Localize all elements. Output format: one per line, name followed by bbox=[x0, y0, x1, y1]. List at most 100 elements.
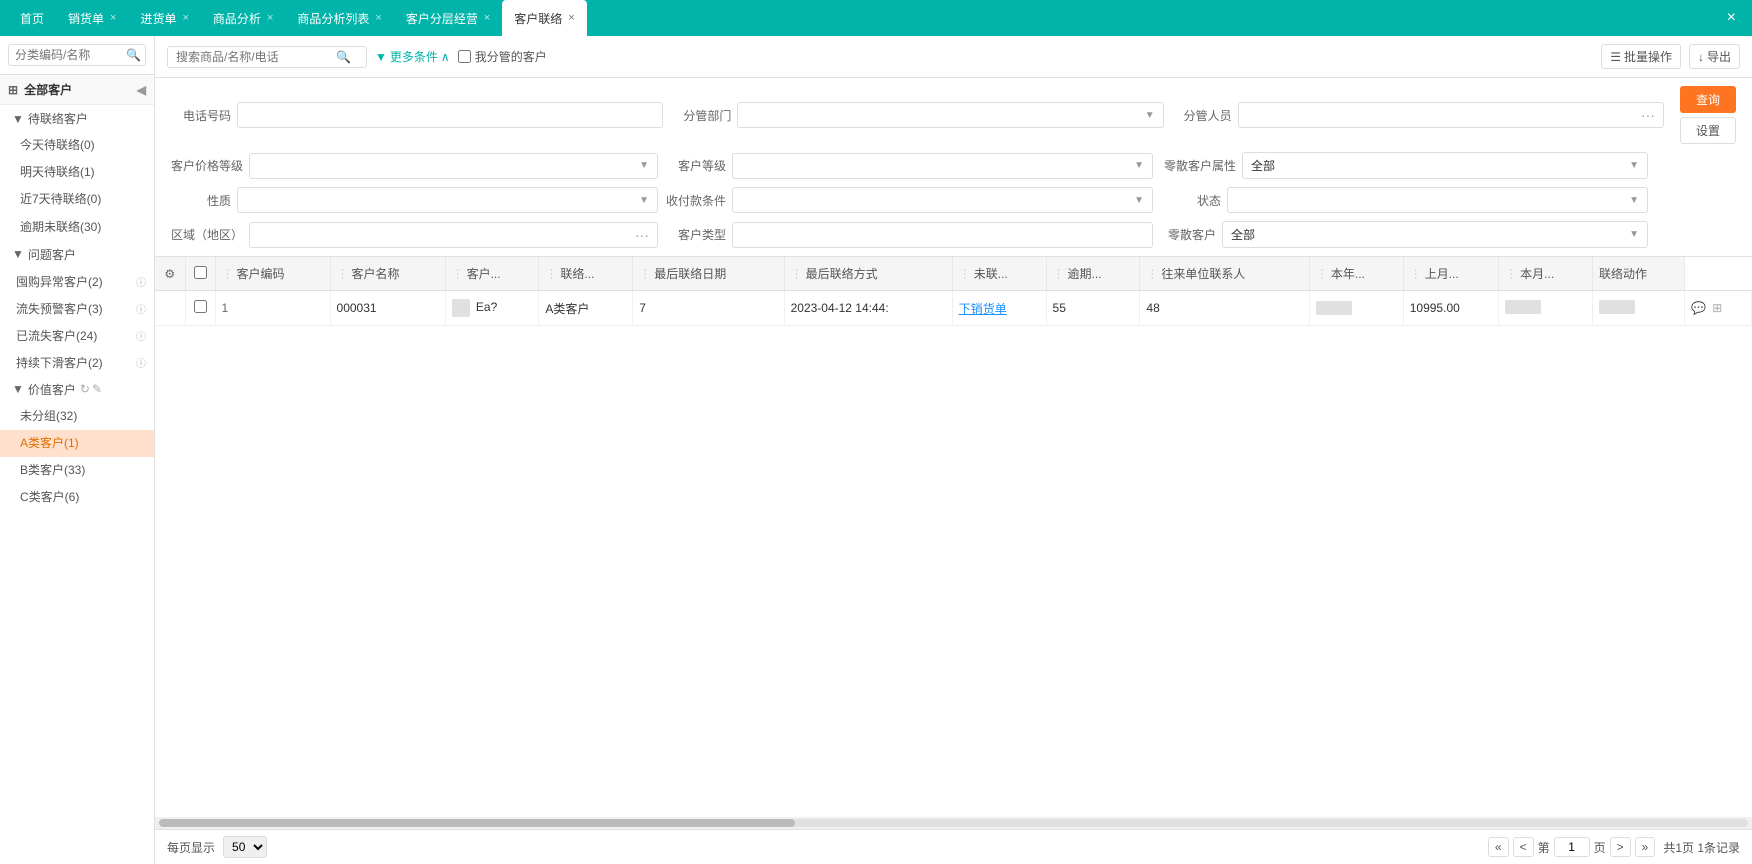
customer-table: ⚙ 客户编码 客户名称 客户... 联络... 最后联络日期 最后联络方式 未联… bbox=[155, 257, 1752, 326]
sidebar-b-customers[interactable]: B类客户(33) bbox=[0, 457, 154, 484]
filter-icon: ▼ bbox=[375, 50, 387, 64]
filter-dept-label: 分管部门 bbox=[671, 107, 731, 124]
close-purchase-tab[interactable]: × bbox=[182, 12, 188, 24]
filter-region-select[interactable]: ··· bbox=[249, 222, 658, 248]
pending-contact-group[interactable]: ▼ 待联络客户 bbox=[0, 105, 154, 132]
nav-customer-segment[interactable]: 客户分层经营 × bbox=[394, 0, 502, 36]
contact-person-placeholder bbox=[1316, 301, 1352, 315]
table-header-this-month[interactable]: 本月... bbox=[1499, 257, 1593, 291]
sidebar-tomorrow-pending[interactable]: 明天待联络(1) bbox=[0, 159, 154, 186]
table-header-code[interactable]: 客户编码 bbox=[215, 257, 330, 291]
filter-region: 区域（地区） ··· bbox=[171, 222, 658, 248]
close-customer-segment-tab[interactable]: × bbox=[484, 12, 490, 24]
filter-dept-select[interactable]: ▼ bbox=[737, 102, 1163, 128]
table-header-contact-person[interactable]: 往来单位联系人 bbox=[1140, 257, 1310, 291]
sidebar-c-customers[interactable]: C类客户(6) bbox=[0, 484, 154, 511]
sidebar-a-customers[interactable]: A类客户(1) bbox=[0, 430, 154, 457]
filter-person-input[interactable]: ··· bbox=[1238, 102, 1664, 128]
table-header-overdue[interactable]: 逾期... bbox=[1046, 257, 1140, 291]
sidebar-overdue-pending[interactable]: 逾期未联络(30) bbox=[0, 214, 154, 241]
nav-home[interactable]: 首页 bbox=[8, 0, 56, 36]
close-product-analysis-tab[interactable]: × bbox=[267, 12, 273, 24]
problem-customers-group[interactable]: ▼ 问题客户 bbox=[0, 241, 154, 268]
filter-retail-customer-label: 零散客户 bbox=[1161, 226, 1216, 243]
page-input[interactable] bbox=[1554, 837, 1590, 857]
nav-product-analysis-list[interactable]: 商品分析列表 × bbox=[285, 0, 393, 36]
fold-sidebar-icon[interactable]: ◀ bbox=[137, 83, 146, 97]
close-product-analysis-list-tab[interactable]: × bbox=[375, 12, 381, 24]
arrow-down-icon2: ▼ bbox=[12, 247, 24, 261]
first-page-button[interactable]: « bbox=[1488, 837, 1509, 857]
sidebar-today-pending[interactable]: 今天待联络(0) bbox=[0, 132, 154, 159]
scrollbar-track bbox=[159, 819, 1748, 827]
filter-nature-select[interactable]: ▼ bbox=[237, 187, 658, 213]
horizontal-scrollbar[interactable] bbox=[155, 817, 1752, 829]
settings-button[interactable]: 设置 bbox=[1680, 117, 1736, 144]
query-button[interactable]: 查询 bbox=[1680, 86, 1736, 113]
table-header-checkbox[interactable] bbox=[185, 257, 215, 291]
filter-payment-select[interactable]: ▼ bbox=[732, 187, 1153, 213]
table-header-last-contact-method[interactable]: 最后联络方式 bbox=[784, 257, 952, 291]
action-icons-wrap: 💬 ⊞ bbox=[1691, 301, 1745, 315]
table-header-last-contact-date[interactable]: 最后联络日期 bbox=[633, 257, 784, 291]
nav-purchase[interactable]: 进货单 × bbox=[128, 0, 200, 36]
per-page-select[interactable]: 50 bbox=[223, 836, 267, 858]
select-all-checkbox[interactable] bbox=[194, 266, 207, 279]
my-customer-checkbox[interactable] bbox=[458, 50, 471, 63]
last-page-button[interactable]: » bbox=[1635, 837, 1656, 857]
more-filter-button[interactable]: ▼ 更多条件 ∧ bbox=[375, 48, 450, 65]
close-customer-contact-tab[interactable]: × bbox=[568, 12, 574, 24]
pager-nav: « < 第 页 > » bbox=[1488, 837, 1655, 857]
export-button[interactable]: ↓ 导出 bbox=[1689, 44, 1740, 69]
next-page-button[interactable]: > bbox=[1610, 837, 1631, 857]
nav-customer-contact[interactable]: 客户联络 × bbox=[502, 0, 586, 36]
filter-status-select[interactable]: ▼ bbox=[1227, 187, 1648, 213]
global-close-button[interactable]: × bbox=[1719, 9, 1744, 27]
sidebar-week-pending[interactable]: 近7天待联络(0) bbox=[0, 186, 154, 213]
edit-icon[interactable]: ✎ bbox=[92, 382, 102, 396]
row-last-contact-method[interactable]: 下销货单 bbox=[952, 291, 1046, 326]
chat-icon[interactable]: 💬 bbox=[1691, 301, 1706, 315]
nav-product-analysis[interactable]: 商品分析 × bbox=[201, 0, 285, 36]
value-customers-group[interactable]: ▼ 价值客户 ↻ ✎ bbox=[0, 376, 154, 403]
filter-status: 状态 ▼ bbox=[1161, 187, 1648, 213]
sidebar-abnormal-purchase[interactable]: 囤购异常客户(2) ⓘ bbox=[0, 268, 154, 295]
all-customers-header[interactable]: ⊞ 全部客户 ◀ bbox=[0, 75, 154, 105]
row-avatar bbox=[452, 299, 470, 317]
row-contact-count: 7 bbox=[633, 291, 784, 326]
table-header-contact-count[interactable]: 联络... bbox=[539, 257, 633, 291]
filter-phone-input[interactable] bbox=[237, 102, 663, 128]
row-overdue: 48 bbox=[1140, 291, 1310, 326]
sidebar-churn-warning[interactable]: 流失预警客户(3) ⓘ bbox=[0, 295, 154, 322]
filter-customer-level-select[interactable]: ▼ bbox=[732, 153, 1153, 179]
table-header-last-month[interactable]: 上月... bbox=[1403, 257, 1498, 291]
filter-price-level-select[interactable]: ▼ bbox=[249, 153, 658, 179]
top-nav: 首页 销货单 × 进货单 × 商品分析 × 商品分析列表 × 客户分层经营 × … bbox=[0, 0, 1752, 36]
table-header-no-contact[interactable]: 未联... bbox=[952, 257, 1046, 291]
sidebar-unclassified[interactable]: 未分组(32) bbox=[0, 403, 154, 430]
row-select-checkbox[interactable] bbox=[194, 300, 207, 313]
filter-person: 分管人员 ··· bbox=[1172, 102, 1664, 128]
filter-retail-customer-select[interactable]: 全部 ▼ bbox=[1222, 221, 1648, 248]
sidebar-search-icon: 🔍 bbox=[126, 48, 141, 62]
batch-operation-button[interactable]: ☰ 批量操作 bbox=[1601, 44, 1681, 69]
table-header-type[interactable]: 客户... bbox=[445, 257, 539, 291]
sidebar-declining[interactable]: 持续下滑客户(2) ⓘ bbox=[0, 349, 154, 376]
row-no-contact: 55 bbox=[1046, 291, 1140, 326]
nav-sales[interactable]: 销货单 × bbox=[56, 0, 128, 36]
close-sales-tab[interactable]: × bbox=[110, 12, 116, 24]
filter-phone: 电话号码 bbox=[171, 102, 663, 128]
refresh-icon[interactable]: ↻ bbox=[80, 382, 90, 396]
filter-retail-attr-select[interactable]: 全部 ▼ bbox=[1242, 152, 1648, 179]
sidebar-churned[interactable]: 已流失客户(24) ⓘ bbox=[0, 322, 154, 349]
filter-customer-type-select[interactable] bbox=[732, 222, 1153, 248]
content-area: 🔍 ▼ 更多条件 ∧ 我分管的客户 ☰ 批量操作 ↓ bbox=[155, 36, 1752, 864]
scrollbar-thumb[interactable] bbox=[159, 819, 795, 827]
main-search-input[interactable] bbox=[176, 50, 336, 64]
prev-page-button[interactable]: < bbox=[1513, 837, 1534, 857]
qr-code-icon[interactable]: ⊞ bbox=[1712, 301, 1722, 315]
table-header-gear[interactable]: ⚙ bbox=[155, 257, 185, 291]
table-header-year-amount[interactable]: 本年... bbox=[1309, 257, 1403, 291]
row-checkbox[interactable] bbox=[185, 291, 215, 326]
table-header-name[interactable]: 客户名称 bbox=[330, 257, 445, 291]
